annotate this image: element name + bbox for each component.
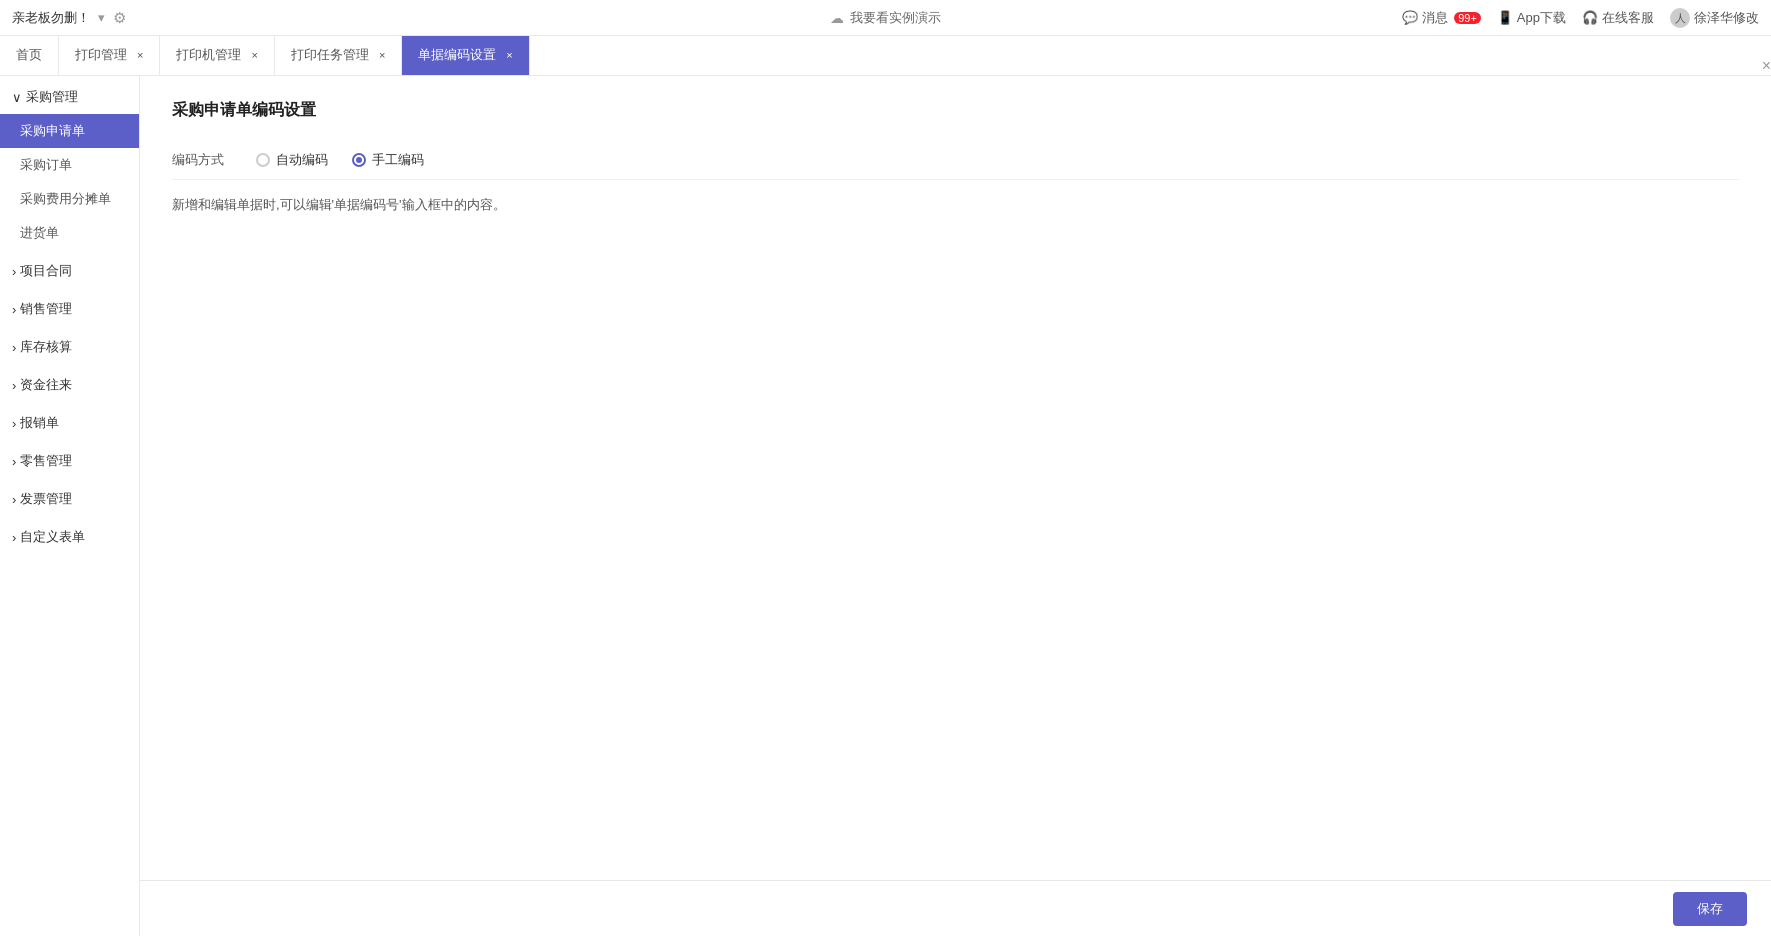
tab-bar-close-button[interactable]: × [1762, 57, 1771, 75]
top-bar-left-text: 亲老板勿删！ [12, 9, 90, 27]
sidebar-group-project-contract-label: 项目合同 [20, 262, 72, 280]
app-download-button[interactable]: 📱 App下载 [1497, 9, 1566, 27]
tab-home-label: 首页 [16, 46, 42, 64]
top-bar-center: ☁ 我要看实例演示 [830, 9, 941, 27]
user-menu[interactable]: 人 徐泽华修改 [1670, 8, 1759, 28]
radio-auto-circle [256, 153, 270, 167]
content-area: 采购申请单编码设置 编码方式 自动编码 手工编码 新增和编辑单据时,可以编辑 [140, 76, 1771, 936]
tab-print-task[interactable]: 打印任务管理 × [275, 35, 402, 75]
chevron-right-icon-sales: › [12, 302, 16, 317]
sidebar-group-project-contract-title[interactable]: › 项目合同 [0, 254, 139, 288]
sidebar: ∨ 采购管理 采购申请单 采购订单 采购费用分摊单 进货单 › 项目合同 [0, 76, 140, 936]
sidebar-group-invoice: › 发票管理 [0, 482, 139, 516]
sidebar-group-returns-title[interactable]: › 报销单 [0, 406, 139, 440]
sidebar-item-stock-in-label: 进货单 [20, 225, 59, 240]
radio-group: 自动编码 手工编码 [256, 151, 424, 169]
main-layout: ∨ 采购管理 采购申请单 采购订单 采购费用分摊单 进货单 › 项目合同 [0, 76, 1771, 936]
sidebar-group-custom-form: › 自定义表单 [0, 520, 139, 554]
sidebar-group-inventory-label: 库存核算 [20, 338, 72, 356]
sidebar-group-invoice-title[interactable]: › 发票管理 [0, 482, 139, 516]
chevron-down-icon: ∨ [12, 90, 22, 105]
settings-icon[interactable]: ⚙ [113, 9, 126, 27]
sidebar-group-returns: › 报销单 [0, 406, 139, 440]
radio-auto-encoding[interactable]: 自动编码 [256, 151, 328, 169]
phone-icon: 📱 [1497, 10, 1513, 25]
tab-print-mgmt-close[interactable]: × [137, 49, 143, 61]
sidebar-group-returns-label: 报销单 [20, 414, 59, 432]
tab-home[interactable]: 首页 [0, 35, 59, 75]
user-name: 徐泽华修改 [1694, 9, 1759, 27]
radio-manual-circle [352, 153, 366, 167]
top-bar-right: 💬 消息 99+ 📱 App下载 🎧 在线客服 人 徐泽华修改 [1402, 8, 1759, 28]
chevron-right-icon-inventory: › [12, 340, 16, 355]
sidebar-group-fund-title[interactable]: › 资金往来 [0, 368, 139, 402]
top-bar: 亲老板勿删！ ▾ ⚙ ☁ 我要看实例演示 💬 消息 99+ 📱 App下载 🎧 … [0, 0, 1771, 36]
hint-text: 新增和编辑单据时,可以编辑'单据编码号'输入框中的内容。 [172, 196, 1739, 214]
app-label: App下载 [1517, 9, 1566, 27]
message-icon: 💬 [1402, 10, 1418, 25]
sidebar-group-project-contract: › 项目合同 [0, 254, 139, 288]
sidebar-group-custom-form-label: 自定义表单 [20, 528, 85, 546]
sidebar-item-purchase-expense[interactable]: 采购费用分摊单 [0, 182, 139, 216]
sidebar-item-purchase-request-label: 采购申请单 [20, 123, 85, 138]
sidebar-item-purchase-request[interactable]: 采购申请单 [0, 114, 139, 148]
avatar-icon: 人 [1670, 8, 1690, 28]
sidebar-item-purchase-order-label: 采购订单 [20, 157, 72, 172]
sidebar-item-stock-in[interactable]: 进货单 [0, 216, 139, 250]
headset-icon: 🎧 [1582, 10, 1598, 25]
message-button[interactable]: 💬 消息 99+ [1402, 9, 1481, 27]
sidebar-group-sales-title[interactable]: › 销售管理 [0, 292, 139, 326]
encoding-row: 编码方式 自动编码 手工编码 [172, 141, 1739, 180]
chevron-right-icon-project: › [12, 264, 16, 279]
tab-barcode-setting[interactable]: 单据编码设置 × [402, 35, 529, 75]
sidebar-group-custom-form-title[interactable]: › 自定义表单 [0, 520, 139, 554]
sidebar-group-retail-title[interactable]: › 零售管理 [0, 444, 139, 478]
tab-printer-mgmt[interactable]: 打印机管理 × [160, 35, 274, 75]
footer-bar: 保存 [140, 880, 1771, 936]
chevron-right-icon-retail: › [12, 454, 16, 469]
tab-bar: 首页 打印管理 × 打印机管理 × 打印任务管理 × 单据编码设置 × × [0, 36, 1771, 76]
sidebar-item-purchase-order[interactable]: 采购订单 [0, 148, 139, 182]
cloud-icon: ☁ [830, 10, 844, 26]
sidebar-group-fund-label: 资金往来 [20, 376, 72, 394]
sidebar-group-retail: › 零售管理 [0, 444, 139, 478]
page-title: 采购申请单编码设置 [172, 100, 1739, 121]
message-label: 消息 [1422, 9, 1448, 27]
tab-barcode-setting-close[interactable]: × [506, 49, 512, 61]
save-button[interactable]: 保存 [1673, 892, 1747, 926]
center-text[interactable]: 我要看实例演示 [850, 9, 941, 27]
top-bar-left: 亲老板勿删！ ▾ ⚙ [12, 9, 126, 27]
sidebar-group-purchase-label: 采购管理 [26, 88, 78, 106]
dropdown-icon[interactable]: ▾ [98, 10, 105, 25]
sidebar-group-sales-label: 销售管理 [20, 300, 72, 318]
chevron-right-icon-invoice: › [12, 492, 16, 507]
message-badge: 99+ [1454, 12, 1481, 24]
sidebar-group-purchase: ∨ 采购管理 采购申请单 采购订单 采购费用分摊单 进货单 [0, 80, 139, 250]
tab-print-task-close[interactable]: × [379, 49, 385, 61]
service-label: 在线客服 [1602, 9, 1654, 27]
tab-barcode-setting-label: 单据编码设置 [418, 46, 496, 64]
sidebar-group-inventory: › 库存核算 [0, 330, 139, 364]
sidebar-group-fund: › 资金往来 [0, 368, 139, 402]
chevron-right-icon-custom: › [12, 530, 16, 545]
tab-printer-mgmt-close[interactable]: × [251, 49, 257, 61]
tab-printer-mgmt-label: 打印机管理 [176, 46, 241, 64]
sidebar-item-purchase-expense-label: 采购费用分摊单 [20, 191, 111, 206]
content-main: 采购申请单编码设置 编码方式 自动编码 手工编码 新增和编辑单据时,可以编辑 [140, 76, 1771, 880]
sidebar-group-retail-label: 零售管理 [20, 452, 72, 470]
sidebar-group-purchase-title[interactable]: ∨ 采购管理 [0, 80, 139, 114]
online-service-button[interactable]: 🎧 在线客服 [1582, 9, 1654, 27]
encoding-label: 编码方式 [172, 151, 232, 169]
tab-print-mgmt-label: 打印管理 [75, 46, 127, 64]
radio-manual-encoding[interactable]: 手工编码 [352, 151, 424, 169]
chevron-right-icon-fund: › [12, 378, 16, 393]
sidebar-group-inventory-title[interactable]: › 库存核算 [0, 330, 139, 364]
tab-print-mgmt[interactable]: 打印管理 × [59, 35, 160, 75]
sidebar-group-invoice-label: 发票管理 [20, 490, 72, 508]
sidebar-group-sales: › 销售管理 [0, 292, 139, 326]
chevron-right-icon-returns: › [12, 416, 16, 431]
tab-print-task-label: 打印任务管理 [291, 46, 369, 64]
radio-manual-label: 手工编码 [372, 151, 424, 169]
radio-auto-label: 自动编码 [276, 151, 328, 169]
